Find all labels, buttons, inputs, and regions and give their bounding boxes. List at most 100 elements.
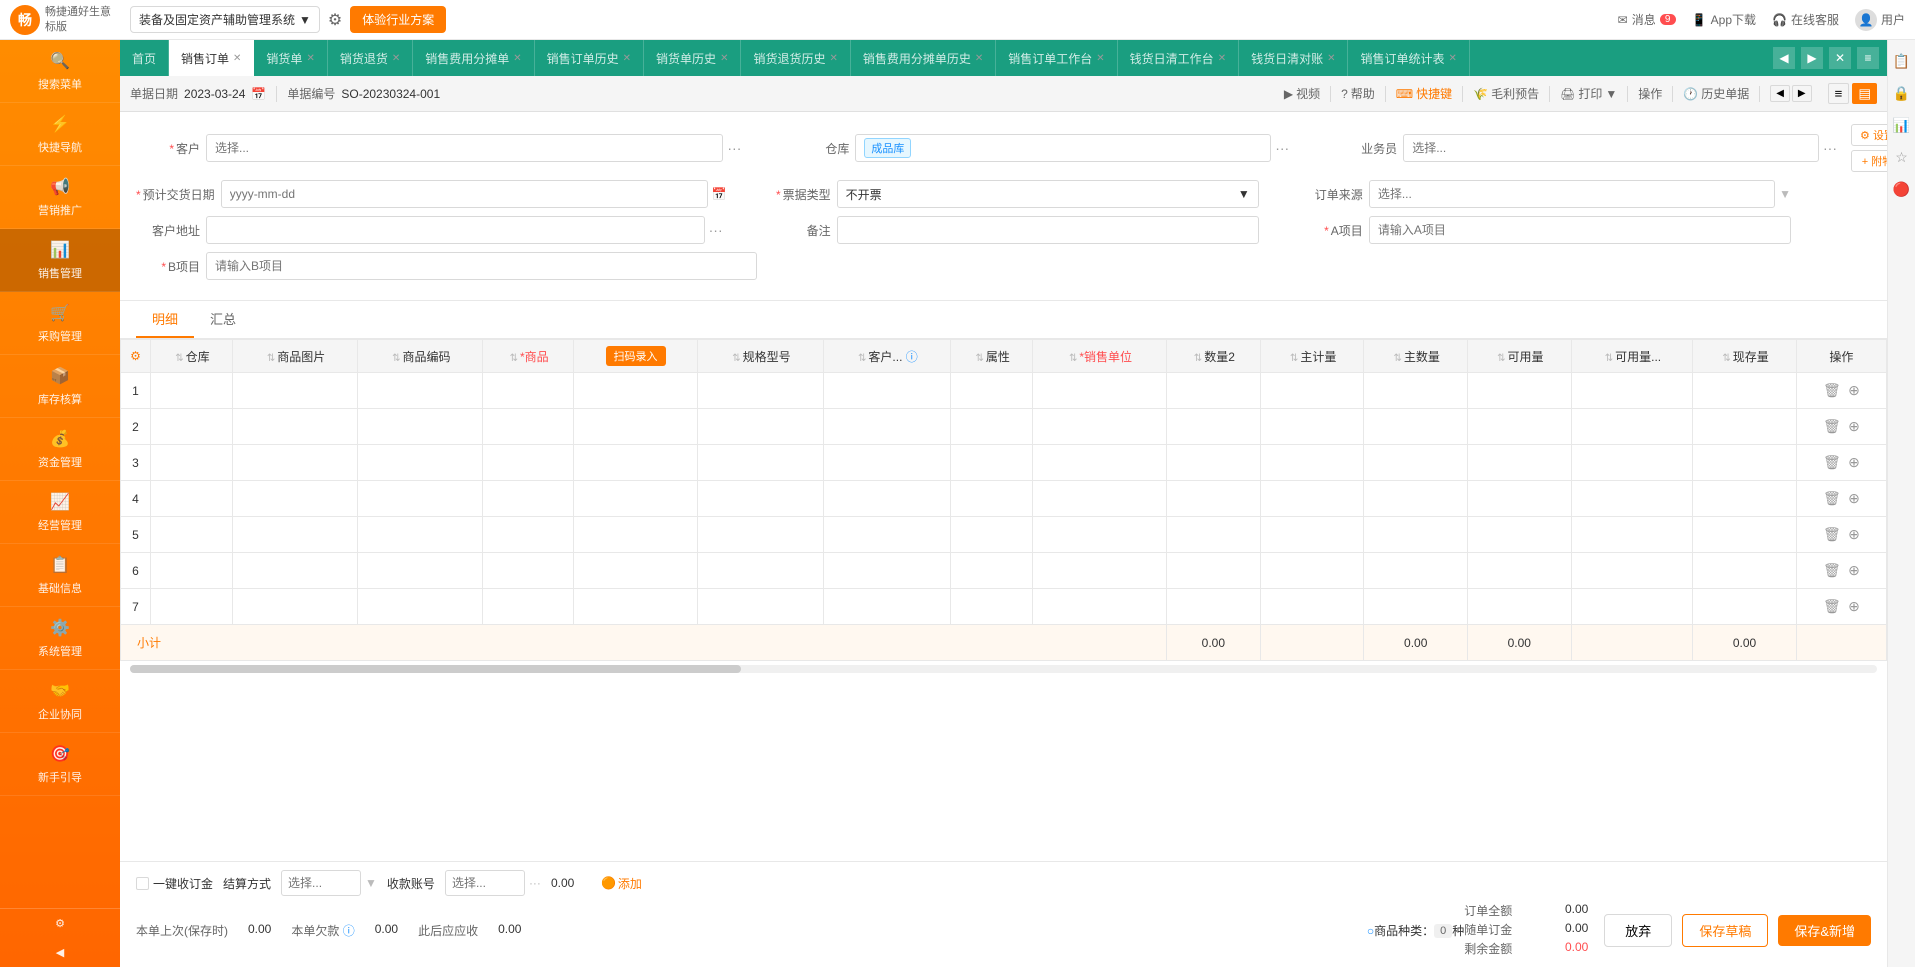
row-unit[interactable] bbox=[1033, 373, 1167, 409]
row-attr[interactable] bbox=[951, 481, 1033, 517]
form-view-btn[interactable]: ▤ bbox=[1852, 83, 1877, 104]
tab-sales-goods[interactable]: 销货单 ✕ bbox=[254, 40, 327, 76]
right-panel-icon-1[interactable]: 📋 bbox=[1891, 50, 1913, 72]
close-icon[interactable]: ✕ bbox=[233, 53, 241, 64]
tab-return-history[interactable]: 销货退货历史 ✕ bbox=[741, 40, 850, 76]
row-code[interactable] bbox=[358, 445, 483, 481]
delete-row-btn[interactable]: 🗑 bbox=[1821, 488, 1843, 509]
sidebar-item-guide[interactable]: 🎯 新手引导 bbox=[0, 733, 120, 796]
calendar-icon[interactable]: 📅 bbox=[712, 187, 727, 201]
help-btn[interactable]: ? 帮助 bbox=[1341, 85, 1375, 102]
sidebar-item-inventory[interactable]: 📦 库存核算 bbox=[0, 355, 120, 418]
row-warehouse[interactable] bbox=[151, 409, 233, 445]
row-spec[interactable] bbox=[698, 373, 823, 409]
row-warehouse[interactable] bbox=[151, 373, 233, 409]
row-customer-code[interactable] bbox=[823, 481, 951, 517]
close-icon[interactable]: ✕ bbox=[1327, 53, 1335, 64]
sidebar-item-sales[interactable]: 📊 销售管理 bbox=[0, 229, 120, 292]
print-btn[interactable]: 🖨 打印 ▼ bbox=[1560, 85, 1617, 102]
next-record-btn[interactable]: ▶ bbox=[1792, 85, 1812, 102]
close-icon[interactable]: ✕ bbox=[1096, 53, 1104, 64]
settings-icon[interactable]: ⚙ bbox=[328, 10, 342, 30]
row-main-qty[interactable] bbox=[1364, 553, 1468, 589]
save-new-btn[interactable]: 保存&新增 bbox=[1778, 915, 1871, 946]
prev-record-btn[interactable]: ◀ bbox=[1770, 85, 1790, 102]
close-icon[interactable]: ✕ bbox=[1218, 53, 1226, 64]
sidebar-settings-btn[interactable]: ⚙ bbox=[0, 909, 120, 938]
th-scan[interactable]: 扫码录入 bbox=[573, 340, 698, 373]
a-project-input[interactable] bbox=[1369, 216, 1791, 244]
salesperson-input[interactable] bbox=[1403, 134, 1819, 162]
delete-row-btn[interactable]: 🗑 bbox=[1821, 380, 1843, 401]
row-goods[interactable] bbox=[483, 445, 573, 481]
row-main-qty[interactable] bbox=[1364, 517, 1468, 553]
order-source-input[interactable] bbox=[1369, 180, 1775, 208]
tab-next-btn[interactable]: ▶ bbox=[1801, 47, 1823, 69]
row-goods[interactable] bbox=[483, 589, 573, 625]
delete-row-btn[interactable]: 🗑 bbox=[1821, 560, 1843, 581]
view-video-btn[interactable]: ▶ 视频 bbox=[1284, 85, 1320, 102]
copy-row-btn[interactable]: ⊕ bbox=[1846, 560, 1862, 581]
row-unit[interactable] bbox=[1033, 481, 1167, 517]
row-qty2[interactable] bbox=[1166, 409, 1260, 445]
row-qty2[interactable] bbox=[1166, 589, 1260, 625]
salesperson-dots[interactable]: ··· bbox=[1819, 140, 1841, 156]
row-warehouse[interactable] bbox=[151, 553, 233, 589]
close-icon[interactable]: ✕ bbox=[513, 53, 521, 64]
row-qty2[interactable] bbox=[1166, 481, 1260, 517]
sidebar-item-operation[interactable]: 📈 经营管理 bbox=[0, 481, 120, 544]
row-unit[interactable] bbox=[1033, 409, 1167, 445]
row-code[interactable] bbox=[358, 481, 483, 517]
right-panel-icon-2[interactable]: 🔒 bbox=[1891, 82, 1913, 104]
tab-order-workbench[interactable]: 销售订单工作台 ✕ bbox=[996, 40, 1117, 76]
sidebar-item-purchase[interactable]: 🛒 采购管理 bbox=[0, 292, 120, 355]
sidebar-item-marketing[interactable]: 📢 营销推广 bbox=[0, 166, 120, 229]
row-customer-code[interactable] bbox=[823, 517, 951, 553]
settle-dropdown[interactable]: ▼ bbox=[365, 876, 377, 890]
row-qty2[interactable] bbox=[1166, 553, 1260, 589]
shortcut-btn[interactable]: ⌨ 快捷键 bbox=[1396, 85, 1452, 102]
delete-row-btn[interactable]: 🗑 bbox=[1821, 452, 1843, 473]
row-warehouse[interactable] bbox=[151, 517, 233, 553]
row-qty2[interactable] bbox=[1166, 445, 1260, 481]
row-spec[interactable] bbox=[698, 409, 823, 445]
profit-btn[interactable]: 🌾 毛利预告 bbox=[1473, 85, 1539, 102]
scrollbar-thumb[interactable] bbox=[130, 665, 741, 673]
add-payment-btn[interactable]: 🟠 添加 bbox=[601, 875, 642, 892]
scan-btn[interactable]: 扫码录入 bbox=[606, 346, 666, 366]
copy-row-btn[interactable]: ⊕ bbox=[1846, 488, 1862, 509]
operate-btn[interactable]: 操作 bbox=[1638, 85, 1662, 102]
row-attr[interactable] bbox=[951, 445, 1033, 481]
tab-detail[interactable]: 明细 bbox=[136, 301, 194, 338]
row-spec[interactable] bbox=[698, 517, 823, 553]
row-unit[interactable] bbox=[1033, 517, 1167, 553]
attachment-btn[interactable]: + 附物 bbox=[1851, 150, 1887, 172]
row-code[interactable] bbox=[358, 517, 483, 553]
row-attr[interactable] bbox=[951, 373, 1033, 409]
row-spec[interactable] bbox=[698, 589, 823, 625]
calendar-small-icon[interactable]: 📅 bbox=[251, 87, 266, 101]
row-warehouse[interactable] bbox=[151, 481, 233, 517]
list-view-btn[interactable]: ≡ bbox=[1828, 83, 1850, 104]
online-service-btn[interactable]: 🎧 在线客服 bbox=[1772, 11, 1839, 28]
close-icon[interactable]: ✕ bbox=[975, 53, 983, 64]
right-panel-icon-3[interactable]: 📊 bbox=[1891, 114, 1913, 136]
warehouse-value[interactable]: 成品库 bbox=[855, 134, 1271, 162]
row-attr[interactable] bbox=[951, 553, 1033, 589]
tab-prev-btn[interactable]: ◀ bbox=[1773, 47, 1795, 69]
close-icon[interactable]: ✕ bbox=[829, 53, 837, 64]
sidebar-item-quick[interactable]: ⚡ 快捷导航 bbox=[0, 103, 120, 166]
expected-date-input[interactable] bbox=[221, 180, 708, 208]
customer-address-input[interactable] bbox=[206, 216, 705, 244]
sidebar-item-search[interactable]: 🔍 搜索菜单 bbox=[0, 40, 120, 103]
sidebar-item-finance[interactable]: 💰 资金管理 bbox=[0, 418, 120, 481]
row-customer-code[interactable] bbox=[823, 409, 951, 445]
row-spec[interactable] bbox=[698, 445, 823, 481]
row-main-qty[interactable] bbox=[1364, 445, 1468, 481]
right-panel-icon-5[interactable]: 🔴 bbox=[1891, 178, 1913, 200]
row-customer-code[interactable] bbox=[823, 445, 951, 481]
tab-sales-order[interactable]: 销售订单 ✕ bbox=[169, 40, 254, 76]
right-panel-icon-4[interactable]: ☆ bbox=[1891, 146, 1913, 168]
message-btn[interactable]: ✉ 消息 9 bbox=[1618, 11, 1676, 28]
close-icon[interactable]: ✕ bbox=[720, 53, 728, 64]
